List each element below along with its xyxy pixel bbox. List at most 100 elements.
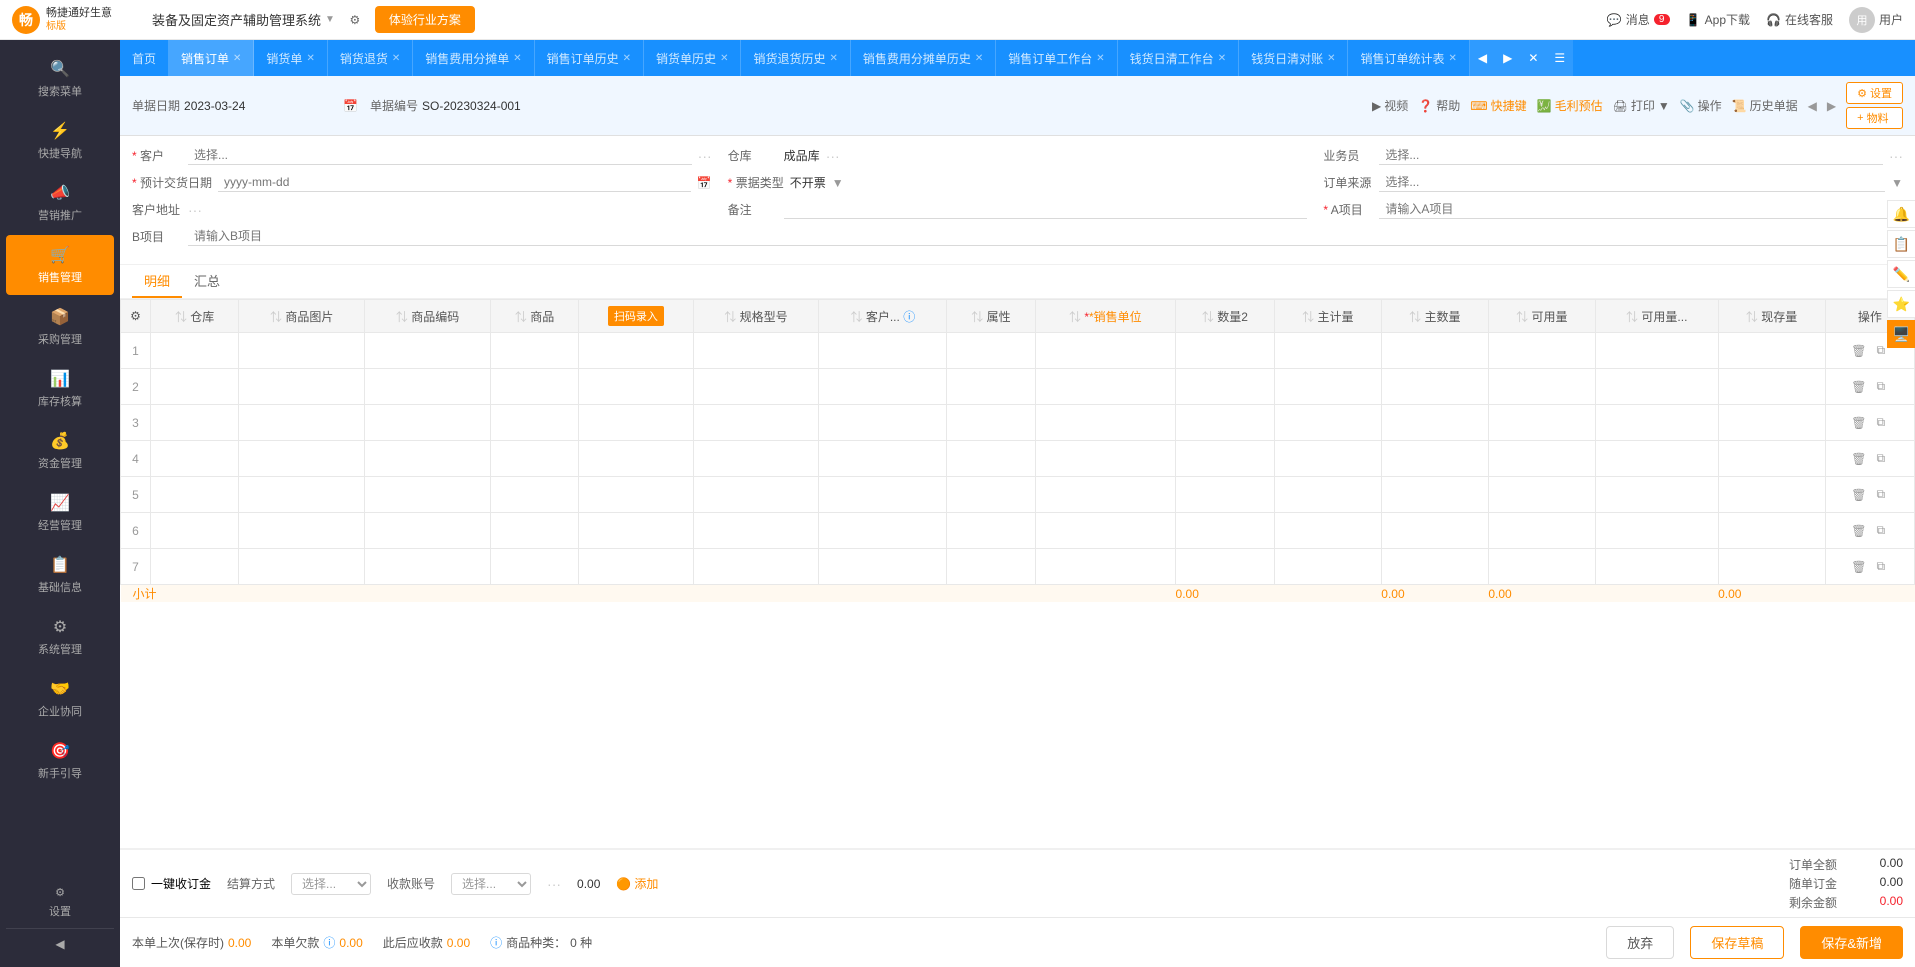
cell-9[interactable] [1176,441,1275,477]
cell-11[interactable] [1381,405,1488,441]
cell-7[interactable] [947,513,1035,549]
cell-12[interactable] [1488,477,1595,513]
cell-11[interactable] [1381,369,1488,405]
tab-close-icon[interactable]: ✕ [513,53,521,64]
tab-prev-btn[interactable]: ◀ [1470,40,1495,76]
cell-8[interactable] [1035,477,1175,513]
cell-6[interactable] [819,549,947,585]
cell-14[interactable] [1718,405,1825,441]
cell-5[interactable] [693,441,819,477]
cell-2[interactable] [365,477,491,513]
tab-sales-return[interactable]: 销货退货 ✕ [328,40,413,76]
tab-close-icon[interactable]: ✕ [392,53,400,64]
cell-1[interactable] [239,477,365,513]
cell-8[interactable] [1035,369,1175,405]
float-btn-1[interactable]: 🔔 [1887,200,1915,228]
delete-icon[interactable]: 🗑 [1850,558,1868,576]
cell-14[interactable] [1718,369,1825,405]
sidebar-item-collaboration[interactable]: 🤝 企业协同 [6,669,114,729]
cell-5[interactable] [693,549,819,585]
cell-13[interactable] [1595,333,1718,369]
tab-close-all-btn[interactable]: ✕ [1520,40,1546,76]
customer-more-icon[interactable]: ··· [698,148,712,164]
cell-3[interactable] [490,513,578,549]
tab-close-icon[interactable]: ✕ [623,53,631,64]
calendar-icon[interactable]: 📅 [343,99,358,113]
cell-3[interactable] [490,333,578,369]
cell-10[interactable] [1274,369,1381,405]
cell-9[interactable] [1176,513,1275,549]
staff-input[interactable] [1379,146,1883,165]
cell-9[interactable] [1176,333,1275,369]
staff-more-icon[interactable]: ··· [1889,148,1903,164]
cell-12[interactable] [1488,549,1595,585]
copy-icon[interactable]: ⧉ [1872,522,1890,540]
delete-icon[interactable]: 🗑 [1850,522,1868,540]
cell-7[interactable] [947,369,1035,405]
cell-8[interactable] [1035,405,1175,441]
cell-11[interactable] [1381,477,1488,513]
quick-pay-checkbox[interactable] [132,877,145,890]
copy-icon[interactable]: ⧉ [1872,378,1890,396]
tab-order-workbench[interactable]: 销售订单工作台 ✕ [996,40,1117,76]
user-item[interactable]: 用 用户 [1849,7,1903,33]
cell-5[interactable] [693,513,819,549]
delete-icon[interactable]: 🗑 [1850,342,1868,360]
cell-6[interactable] [819,333,947,369]
cell-13[interactable] [1595,549,1718,585]
col-settings[interactable]: ⚙ [121,300,151,333]
payment-method-select[interactable]: 选择... [291,873,371,895]
tab-daily-reconcile[interactable]: 钱货日清对账 ✕ [1239,40,1348,76]
cell-3[interactable] [490,549,578,585]
cell-2[interactable] [365,513,491,549]
cell-14[interactable] [1718,477,1825,513]
account-select[interactable]: 选择... [451,873,531,895]
sidebar-item-system[interactable]: ⚙ 系统管理 [6,607,114,667]
tab-sales-invoice[interactable]: 销货单 ✕ [254,40,327,76]
sidebar-item-guide[interactable]: 🎯 新手引导 [6,731,114,791]
order-source-input[interactable] [1379,173,1885,192]
note-input[interactable] [784,200,1308,219]
tab-sales-order[interactable]: 销售订单 ✕ [169,40,254,76]
cell-3[interactable] [490,369,578,405]
cell-3[interactable] [490,477,578,513]
tab-close-icon[interactable]: ✕ [233,53,241,64]
gear-button[interactable]: ⚙ [343,8,367,32]
cell-6[interactable] [819,477,947,513]
sidebar-item-inventory[interactable]: 📊 库存核算 [6,359,114,419]
cell-4[interactable] [579,513,693,549]
cell-5[interactable] [693,333,819,369]
cell-6[interactable] [819,405,947,441]
float-btn-4[interactable]: ⭐ [1887,290,1915,318]
tab-close-icon[interactable]: ✕ [829,53,837,64]
online-service-item[interactable]: 🎧 在线客服 [1766,11,1833,28]
save-draft-btn[interactable]: 保存草稿 [1690,926,1784,959]
tab-close-icon[interactable]: ✕ [306,53,314,64]
discard-btn[interactable]: 放弃 [1606,926,1674,959]
detail-tab-summary[interactable]: 汇总 [182,265,232,298]
tab-sales-fee[interactable]: 销售费用分摊单 ✕ [413,40,534,76]
sidebar-item-navigation[interactable]: ⚡ 快捷导航 [6,111,114,171]
cell-12[interactable] [1488,405,1595,441]
cell-14[interactable] [1718,513,1825,549]
cell-5[interactable] [693,477,819,513]
tab-close-icon[interactable]: ✕ [720,53,728,64]
cell-13[interactable] [1595,513,1718,549]
sidebar-item-basic-info[interactable]: 📋 基础信息 [6,545,114,605]
nav-next-icon[interactable]: ▶ [1827,99,1836,113]
tab-next-btn[interactable]: ▶ [1495,40,1520,76]
a-project-input[interactable] [1379,200,1903,219]
print-btn[interactable]: 🖨 打印 ▼ [1613,97,1670,114]
cell-10[interactable] [1274,549,1381,585]
cell-12[interactable] [1488,441,1595,477]
cell-1[interactable] [239,549,365,585]
cell-6[interactable] [819,441,947,477]
cell-9[interactable] [1176,369,1275,405]
cell-9[interactable] [1176,477,1275,513]
order-source-select-icon[interactable]: ▼ [1891,176,1903,190]
cell-12[interactable] [1488,369,1595,405]
tab-invoice-history[interactable]: 销货单历史 ✕ [644,40,741,76]
delivery-calendar-icon[interactable]: 📅 [697,176,712,190]
cell-7[interactable] [947,549,1035,585]
cell-1[interactable] [239,333,365,369]
